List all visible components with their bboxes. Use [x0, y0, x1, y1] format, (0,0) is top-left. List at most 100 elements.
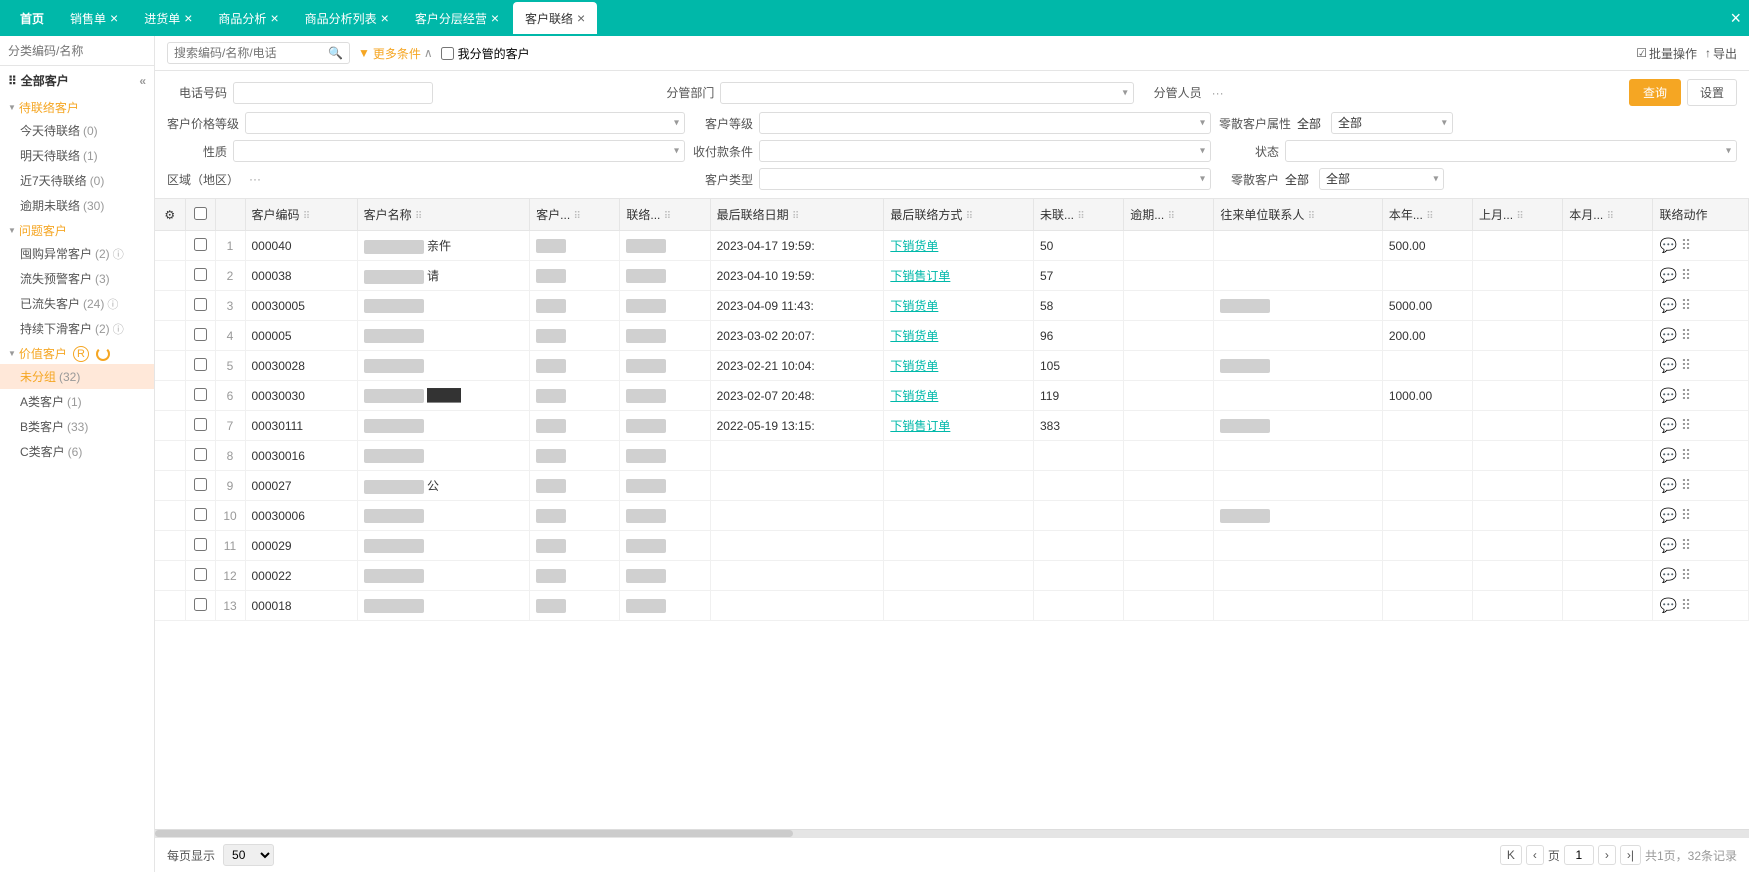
sidebar-item-no-group[interactable]: 未分组 (32) [0, 364, 154, 389]
tab-customer-segment[interactable]: 客户分层经营 × [403, 2, 511, 34]
th-contact[interactable]: 联络... ⠿ [620, 199, 710, 231]
sidebar-item-churn-warning[interactable]: 流失预警客户 (3) [0, 266, 154, 291]
chat-icon[interactable]: 💬 [1659, 537, 1676, 554]
main-search-icon[interactable]: 🔍 [328, 46, 343, 60]
row-checkbox[interactable] [194, 268, 207, 281]
last-way-link[interactable]: 下销货单 [890, 389, 938, 403]
filter-manager-dots[interactable]: ··· [1208, 86, 1228, 100]
th-code[interactable]: 客户编码 ⠿ [245, 199, 357, 231]
query-btn[interactable]: 查询 [1629, 79, 1681, 106]
th-this-year[interactable]: 本年... ⠿ [1382, 199, 1472, 231]
sidebar-search-input[interactable] [8, 44, 155, 58]
row-checkbox[interactable] [194, 568, 207, 581]
row-checkbox[interactable] [194, 478, 207, 491]
th-contacts[interactable]: 往来单位联系人 ⠿ [1214, 199, 1382, 231]
filter-scatter-customer-select[interactable]: 全部 [1319, 168, 1444, 190]
sidebar-item-declining[interactable]: 持续下滑客户 (2) ⓘ [0, 316, 154, 341]
row-checkbox[interactable] [194, 418, 207, 431]
tab-customer-contact[interactable]: 客户联络 × [513, 2, 597, 34]
grid-action-icon[interactable]: ⠿ [1681, 477, 1691, 494]
grid-action-icon[interactable]: ⠿ [1681, 507, 1691, 524]
tab-customer-contact-close[interactable]: × [577, 11, 585, 25]
filter-phone-input[interactable] [233, 82, 433, 104]
horizontal-scrollbar[interactable] [155, 829, 1749, 837]
filter-dept-select[interactable] [720, 82, 1133, 104]
filter-region-dots[interactable]: ··· [245, 172, 265, 186]
row-checkbox[interactable] [194, 538, 207, 551]
tab-analysis-list[interactable]: 商品分析列表 × [293, 2, 401, 34]
my-customers-check[interactable]: 我分管的客户 [441, 45, 530, 62]
chat-icon[interactable]: 💬 [1659, 417, 1676, 434]
sidebar-all-customers[interactable]: ⠿ 全部客户 « [0, 66, 154, 95]
filter-customer-grade-select[interactable] [759, 112, 1211, 134]
chat-icon[interactable]: 💬 [1659, 327, 1676, 344]
reset-btn[interactable]: 设置 [1687, 79, 1737, 106]
th-overdue[interactable]: 逾期... ⠿ [1124, 199, 1214, 231]
chat-icon[interactable]: 💬 [1659, 237, 1676, 254]
chat-icon[interactable]: 💬 [1659, 357, 1676, 374]
last-way-link[interactable]: 下销售订单 [890, 269, 950, 283]
filter-customer-type-select[interactable] [759, 168, 1211, 190]
tab-home[interactable]: 首页 [8, 2, 56, 34]
sidebar-item-7days[interactable]: 近7天待联络 (0) [0, 168, 154, 193]
sidebar-collapse-btn[interactable]: « [139, 74, 146, 88]
current-page-input[interactable] [1564, 845, 1594, 865]
tab-purchase[interactable]: 进货单 × [132, 2, 204, 34]
last-way-link[interactable]: 下销货单 [890, 329, 938, 343]
th-last-date[interactable]: 最后联络日期 ⠿ [710, 199, 884, 231]
window-close-btn[interactable]: × [1730, 8, 1741, 29]
refresh-icon[interactable] [96, 347, 110, 361]
sidebar-item-today[interactable]: 今天待联络 (0) [0, 118, 154, 143]
filter-status-select[interactable] [1285, 140, 1737, 162]
chat-icon[interactable]: 💬 [1659, 267, 1676, 284]
sidebar-group-problem[interactable]: ▼ 问题客户 [0, 218, 154, 241]
row-checkbox[interactable] [194, 598, 207, 611]
tab-customer-segment-close[interactable]: × [491, 11, 499, 25]
th-this-month[interactable]: 本月... ⠿ [1563, 199, 1653, 231]
chat-icon[interactable]: 💬 [1659, 477, 1676, 494]
last-way-link[interactable]: 下销货单 [890, 239, 938, 253]
sidebar-item-c-class[interactable]: C类客户 (6) [0, 439, 154, 464]
row-checkbox[interactable] [194, 508, 207, 521]
chat-icon[interactable]: 💬 [1659, 447, 1676, 464]
grid-action-icon[interactable]: ⠿ [1681, 597, 1691, 614]
sidebar-item-a-class[interactable]: A类客户 (1) [0, 389, 154, 414]
tab-analysis[interactable]: 商品分析 × [206, 2, 290, 34]
th-no-contact[interactable]: 未联... ⠿ [1033, 199, 1123, 231]
chat-icon[interactable]: 💬 [1659, 507, 1676, 524]
filter-more-btn[interactable]: ▼ 更多条件 ∧ [358, 45, 433, 62]
filter-payment-select[interactable] [759, 140, 1211, 162]
last-way-link[interactable]: 下销货单 [890, 299, 938, 313]
row-checkbox[interactable] [194, 388, 207, 401]
chat-icon[interactable]: 💬 [1659, 597, 1676, 614]
page-size-select[interactable]: 50 100 200 [223, 844, 274, 866]
row-checkbox[interactable] [194, 328, 207, 341]
grid-action-icon[interactable]: ⠿ [1681, 237, 1691, 254]
sidebar-group-value[interactable]: ▼ 价值客户 R [0, 341, 154, 364]
select-all-checkbox[interactable] [194, 207, 207, 220]
row-checkbox[interactable] [194, 298, 207, 311]
last-way-link[interactable]: 下销售订单 [890, 419, 950, 433]
th-type[interactable]: 客户... ⠿ [530, 199, 620, 231]
tab-analysis-close[interactable]: × [270, 11, 278, 25]
last-page-btn[interactable]: ›| [1620, 845, 1641, 865]
th-last-month[interactable]: 上月... ⠿ [1473, 199, 1563, 231]
sidebar-item-tomorrow[interactable]: 明天待联络 (1) [0, 143, 154, 168]
chat-icon[interactable]: 💬 [1659, 567, 1676, 584]
row-checkbox[interactable] [194, 238, 207, 251]
tab-sales-close[interactable]: × [110, 11, 118, 25]
grid-action-icon[interactable]: ⠿ [1681, 267, 1691, 284]
chat-icon[interactable]: 💬 [1659, 297, 1676, 314]
grid-action-icon[interactable]: ⠿ [1681, 537, 1691, 554]
th-settings[interactable]: ⚙ [155, 199, 185, 231]
grid-action-icon[interactable]: ⠿ [1681, 327, 1691, 344]
last-way-link[interactable]: 下销货单 [890, 359, 938, 373]
row-checkbox[interactable] [194, 448, 207, 461]
sidebar-item-overdue[interactable]: 逾期未联络 (30) [0, 193, 154, 218]
export-btn[interactable]: ↑ 导出 [1705, 45, 1737, 62]
settings-gear-icon[interactable]: ⚙ [164, 208, 175, 222]
filter-price-grade-select[interactable] [245, 112, 685, 134]
sidebar-item-churned[interactable]: 已流失客户 (24) ⓘ [0, 291, 154, 316]
tab-analysis-list-close[interactable]: × [381, 11, 389, 25]
tab-purchase-close[interactable]: × [184, 11, 192, 25]
